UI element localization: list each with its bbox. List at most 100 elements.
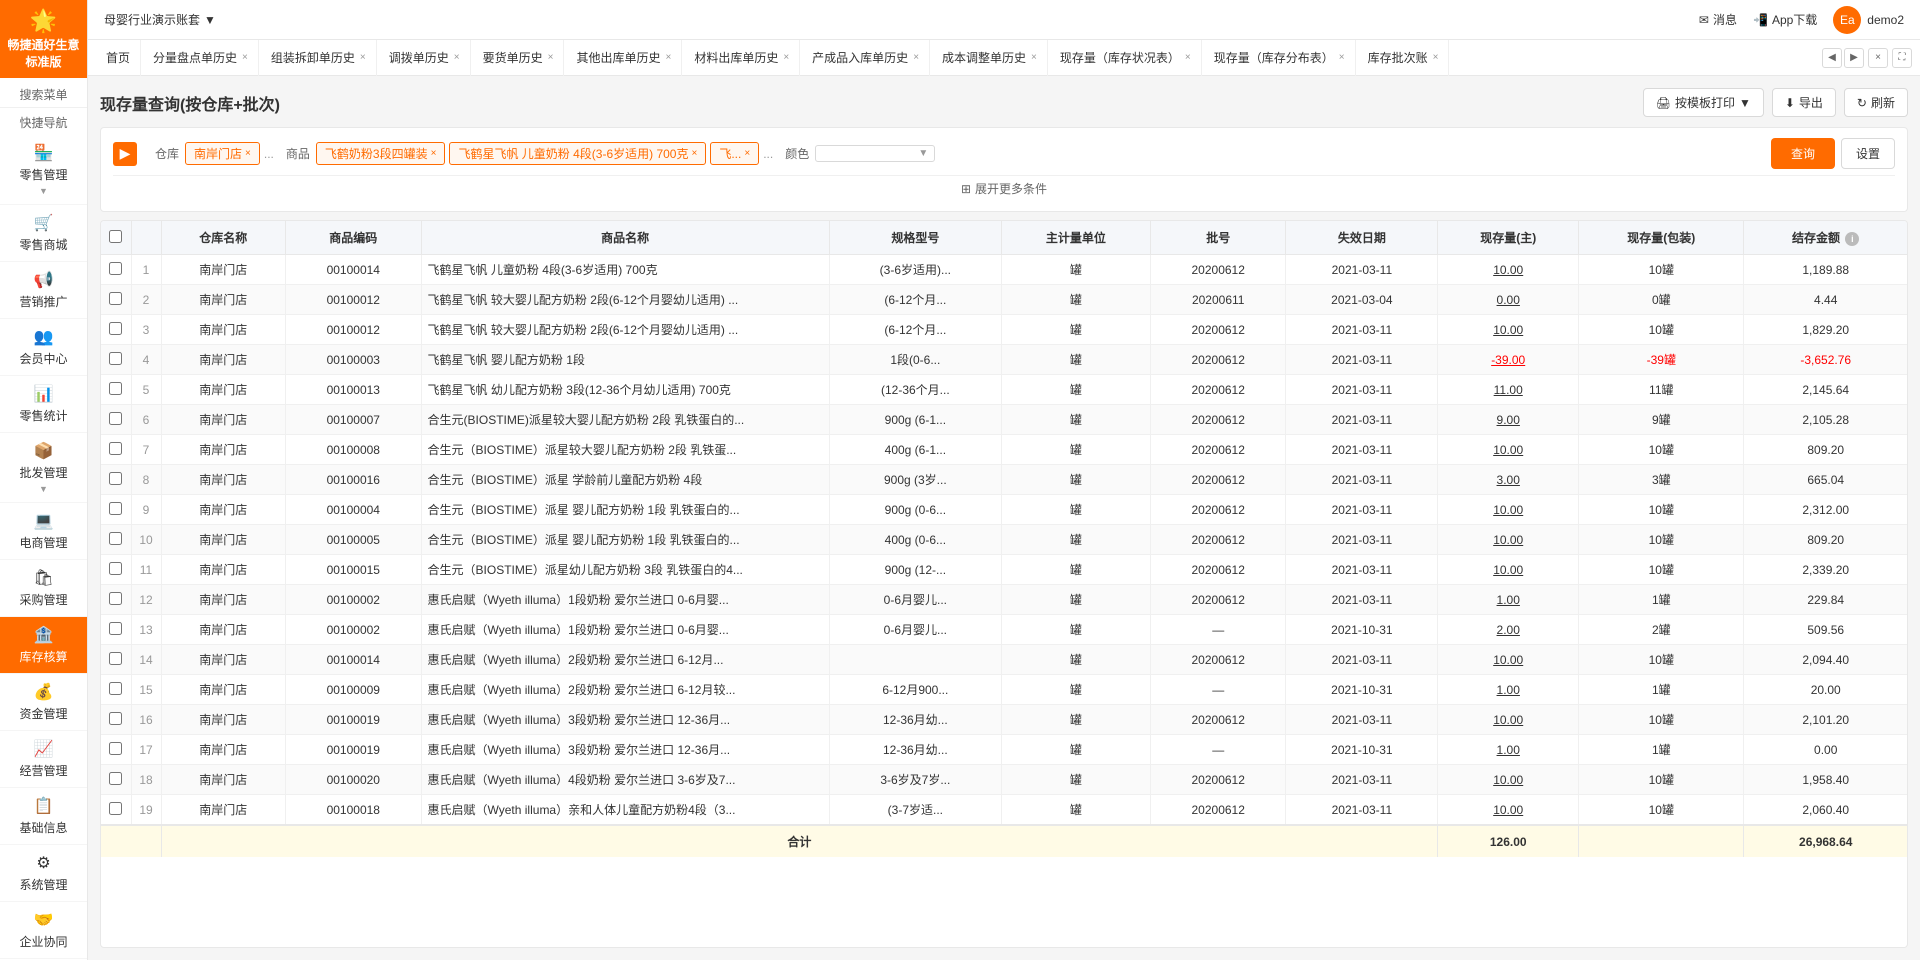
- sidebar-item-operation[interactable]: 📈 经营管理: [0, 731, 87, 788]
- row-qty-main[interactable]: -39.00: [1438, 345, 1579, 375]
- tab-close-icon[interactable]: ×: [360, 52, 366, 63]
- row-checkbox[interactable]: [109, 502, 122, 515]
- query-btn[interactable]: 查询: [1771, 138, 1835, 169]
- tab-close-icon[interactable]: ×: [454, 52, 460, 63]
- row-checkbox[interactable]: [109, 352, 122, 365]
- sidebar-quick-nav[interactable]: 快捷导航: [0, 108, 87, 135]
- expand-conditions-btn[interactable]: ⊞ 展开更多条件: [113, 175, 1895, 201]
- row-checkbox[interactable]: [109, 592, 122, 605]
- sidebar-item-marketing[interactable]: 📢 营销推广: [0, 262, 87, 319]
- tab-close-icon[interactable]: ×: [1433, 52, 1439, 63]
- app-download-btn[interactable]: 📲 App下载: [1753, 11, 1817, 28]
- row-qty-main[interactable]: 10.00: [1438, 255, 1579, 285]
- sidebar-item-retail-mgmt[interactable]: 🏪 零售管理 ▼: [0, 135, 87, 205]
- row-checkbox[interactable]: [109, 292, 122, 305]
- sidebar-item-basic-info[interactable]: 📋 基础信息: [0, 788, 87, 845]
- goods-tag-2[interactable]: 飞鹤星飞帆 儿童奶粉 4段(3-6岁适用) 700克 ×: [449, 142, 706, 165]
- row-checkbox[interactable]: [109, 382, 122, 395]
- goods-ellipsis[interactable]: ...: [763, 147, 773, 161]
- row-checkbox[interactable]: [109, 772, 122, 785]
- row-qty-main[interactable]: 2.00: [1438, 615, 1579, 645]
- row-qty-main[interactable]: 10.00: [1438, 315, 1579, 345]
- warehouse-tag-nanan[interactable]: 南岸门店 ×: [185, 142, 260, 165]
- row-checkbox[interactable]: [109, 412, 122, 425]
- tab-close-icon[interactable]: ×: [242, 52, 248, 63]
- row-qty-main[interactable]: 10.00: [1438, 705, 1579, 735]
- row-qty-main[interactable]: 0.00: [1438, 285, 1579, 315]
- row-qty-main[interactable]: 3.00: [1438, 465, 1579, 495]
- tab-xiancunliang-kuzhuang[interactable]: 现存量（库存状况表） ×: [1050, 40, 1202, 76]
- tab-xiancunliang-fenbu[interactable]: 现存量（库存分布表） ×: [1204, 40, 1356, 76]
- row-checkbox[interactable]: [109, 802, 122, 815]
- goods-tag-3[interactable]: 飞... ×: [710, 142, 759, 165]
- sidebar-search-menu[interactable]: 搜索菜单: [0, 78, 87, 108]
- sidebar-item-finance[interactable]: 💰 资金管理: [0, 674, 87, 731]
- tag-close-icon[interactable]: ×: [691, 148, 697, 159]
- row-qty-main[interactable]: 10.00: [1438, 765, 1579, 795]
- row-checkbox[interactable]: [109, 652, 122, 665]
- row-qty-main[interactable]: 9.00: [1438, 405, 1579, 435]
- color-input[interactable]: ▼: [815, 145, 935, 162]
- row-checkbox[interactable]: [109, 322, 122, 335]
- tab-close-icon[interactable]: ×: [913, 52, 919, 63]
- row-checkbox[interactable]: [109, 262, 122, 275]
- tab-kucun-pipicizhang[interactable]: 库存批次账 ×: [1358, 40, 1450, 76]
- row-qty-main[interactable]: 11.00: [1438, 375, 1579, 405]
- tag-close-icon[interactable]: ×: [245, 148, 251, 159]
- row-checkbox[interactable]: [109, 682, 122, 695]
- account-selector[interactable]: 母婴行业演示账套 ▼: [104, 11, 216, 28]
- sidebar-item-retail-shop[interactable]: 🛒 零售商城: [0, 205, 87, 262]
- tab-close-icon[interactable]: ×: [1031, 52, 1037, 63]
- sidebar-item-corp-collab[interactable]: 🤝 企业协同: [0, 902, 87, 959]
- row-checkbox[interactable]: [109, 532, 122, 545]
- sidebar-item-retail-stats[interactable]: 📊 零售统计: [0, 376, 87, 433]
- sidebar-item-purchase[interactable]: 🛍 采购管理: [0, 560, 87, 617]
- nav-close-btn[interactable]: ×: [1868, 48, 1888, 68]
- tab-yaohuo[interactable]: 要货单历史 ×: [473, 40, 565, 76]
- row-qty-main[interactable]: 1.00: [1438, 675, 1579, 705]
- tab-close-icon[interactable]: ×: [1185, 52, 1191, 63]
- tab-chengben[interactable]: 成本调整单历史 ×: [932, 40, 1048, 76]
- warehouse-ellipsis[interactable]: ...: [264, 147, 274, 161]
- tab-cailiao[interactable]: 材料出库单历史 ×: [684, 40, 800, 76]
- filter-expand-btn[interactable]: ▶: [113, 142, 137, 166]
- goods-tag-1[interactable]: 飞鹤奶粉3段四罐装 ×: [316, 142, 446, 165]
- row-qty-main[interactable]: 10.00: [1438, 435, 1579, 465]
- sidebar-item-system[interactable]: ⚙ 系统管理: [0, 845, 87, 902]
- print-btn[interactable]: 🖨 按模板打印 ▼: [1643, 88, 1764, 117]
- nav-prev-arrow[interactable]: ◀: [1822, 48, 1842, 68]
- sidebar-item-wholesale-mgmt[interactable]: 📦 批发管理 ▼: [0, 433, 87, 503]
- row-qty-main[interactable]: 1.00: [1438, 585, 1579, 615]
- tag-close-icon[interactable]: ×: [431, 148, 437, 159]
- row-qty-main[interactable]: 1.00: [1438, 735, 1579, 765]
- tag-close-icon[interactable]: ×: [744, 148, 750, 159]
- tab-fenpan[interactable]: 分量盘点单历史 ×: [143, 40, 259, 76]
- nav-next-arrow[interactable]: ▶: [1844, 48, 1864, 68]
- row-checkbox[interactable]: [109, 562, 122, 575]
- sidebar-item-inventory[interactable]: 🏦 库存核算: [0, 617, 87, 674]
- message-btn[interactable]: ✉ 消息: [1699, 11, 1737, 28]
- row-qty-main[interactable]: 10.00: [1438, 525, 1579, 555]
- row-checkbox[interactable]: [109, 622, 122, 635]
- tab-close-icon[interactable]: ×: [1339, 52, 1345, 63]
- export-btn[interactable]: ⬇ 导出: [1772, 88, 1836, 117]
- tab-chancheng[interactable]: 产成品入库单历史 ×: [802, 40, 930, 76]
- row-checkbox[interactable]: [109, 712, 122, 725]
- tab-close-icon[interactable]: ×: [548, 52, 554, 63]
- tab-zuzhuang[interactable]: 组装拆卸单历史 ×: [261, 40, 377, 76]
- settings-btn[interactable]: 设置: [1841, 138, 1895, 169]
- sidebar-item-member-center[interactable]: 👥 会员中心: [0, 319, 87, 376]
- nav-maximize-btn[interactable]: ⛶: [1892, 48, 1912, 68]
- sidebar-item-ecommerce[interactable]: 💻 电商管理: [0, 503, 87, 560]
- balance-info-icon[interactable]: i: [1845, 232, 1859, 246]
- home-tab[interactable]: 首页: [96, 40, 141, 76]
- refresh-btn[interactable]: ↻ 刷新: [1844, 88, 1908, 117]
- user-profile[interactable]: Ea demo2: [1833, 6, 1904, 34]
- row-qty-main[interactable]: 10.00: [1438, 795, 1579, 826]
- select-all-checkbox[interactable]: [109, 230, 122, 243]
- tab-close-icon[interactable]: ×: [783, 52, 789, 63]
- row-qty-main[interactable]: 10.00: [1438, 495, 1579, 525]
- tab-qita[interactable]: 其他出库单历史 ×: [566, 40, 682, 76]
- row-checkbox[interactable]: [109, 742, 122, 755]
- row-checkbox[interactable]: [109, 442, 122, 455]
